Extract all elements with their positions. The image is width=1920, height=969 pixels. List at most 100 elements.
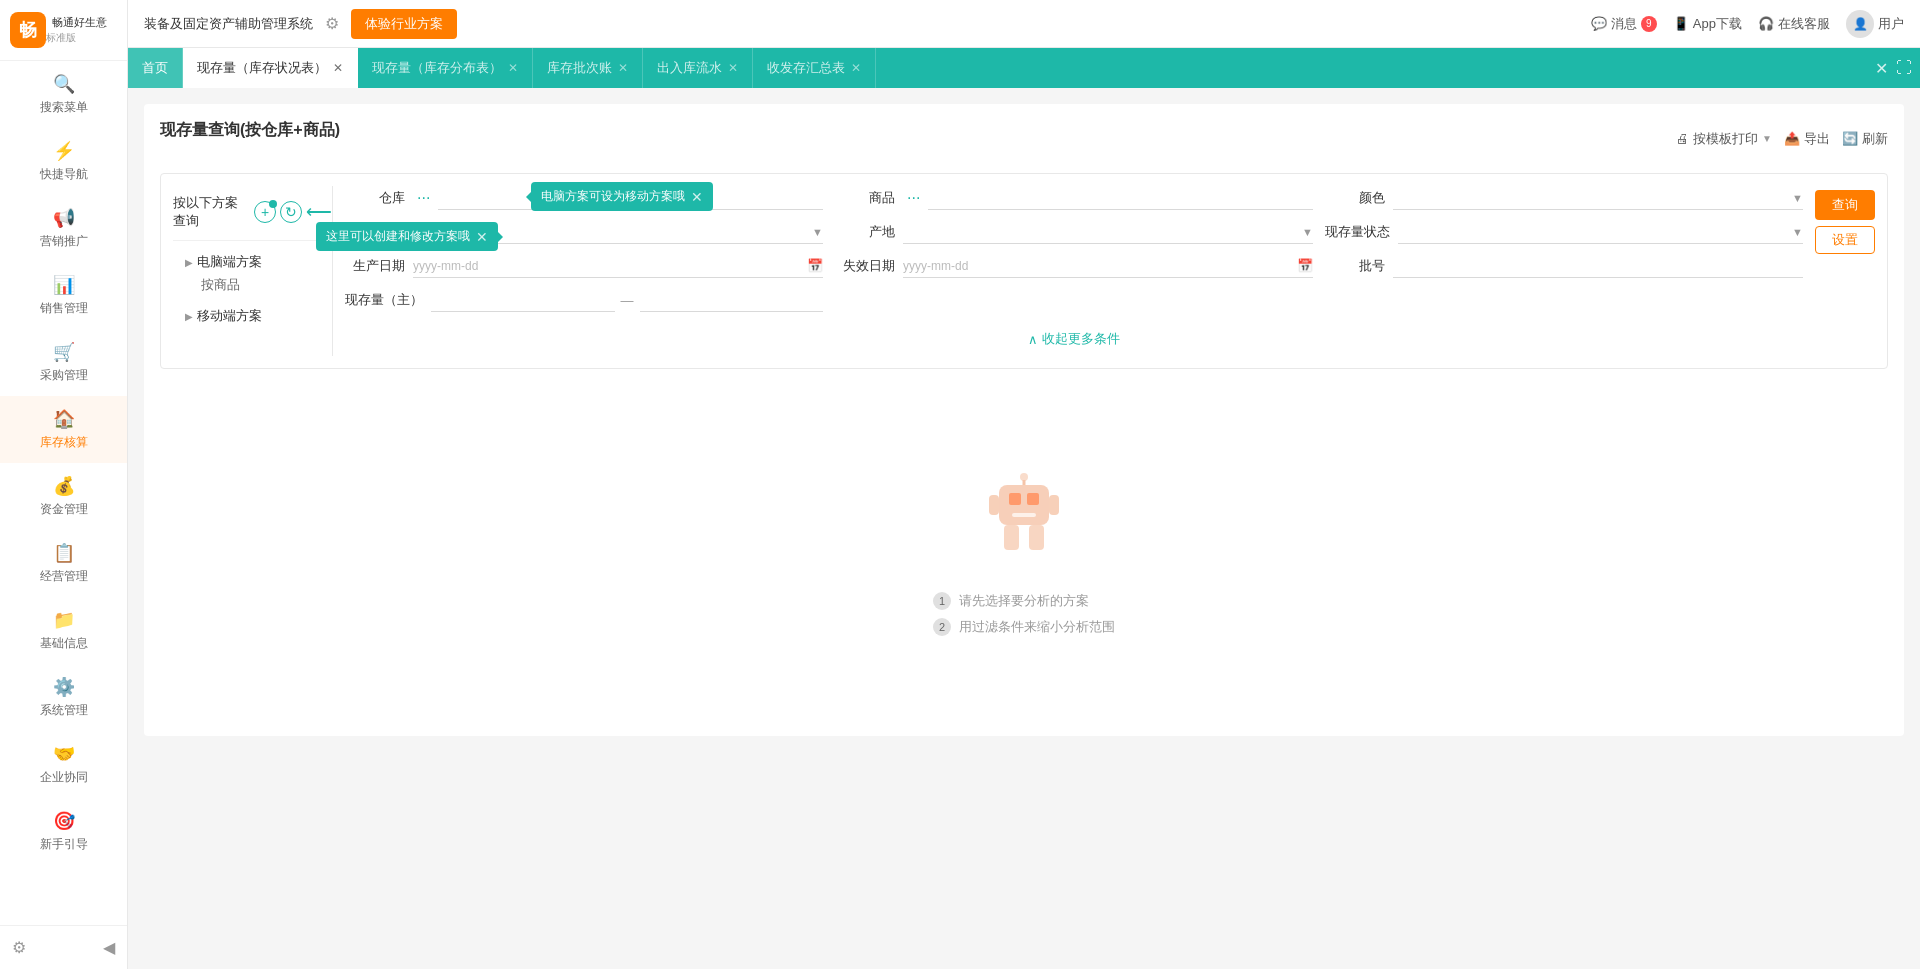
sidebar-nav: 🔍 搜索菜单 ⚡ 快捷导航 📢 营销推广 📊 销售管理 🛒 采购管理 🏠 库存核… <box>0 61 127 925</box>
refresh-scheme-btn[interactable]: ↻ <box>280 201 302 223</box>
sidebar-item-finance[interactable]: 💰 资金管理 <box>0 463 127 530</box>
template-print-label: 按模板打印 <box>1693 130 1758 148</box>
tab-summary[interactable]: 收发存汇总表 ✕ <box>753 48 876 88</box>
tab-flow-close[interactable]: ✕ <box>728 61 738 75</box>
origin-select[interactable]: ▼ <box>903 220 1313 244</box>
filter-top-bar: 按以下方案查询 + ↻ ⟵ <box>173 194 332 241</box>
sidebar-logo: 畅 畅通好生意 标准版 <box>0 0 127 61</box>
filter-right: 仓库 ··· 商品 ··· 颜色 <box>345 186 1803 356</box>
scheme-item-by-goods[interactable]: 按商品 <box>185 273 332 297</box>
color-select[interactable]: ▼ <box>1393 186 1803 210</box>
stock-main-from[interactable] <box>431 288 615 312</box>
scheme-group-pc-title[interactable]: ▶ 电脑端方案 <box>185 251 332 273</box>
header-app[interactable]: 📱 App下载 <box>1673 15 1742 33</box>
goods-value[interactable] <box>928 186 1313 210</box>
tab-stock-status-close[interactable]: ✕ <box>333 61 343 75</box>
settings-bottom-icon[interactable]: ⚙ <box>12 938 26 957</box>
prod-date-calendar-icon[interactable]: 📅 <box>807 258 823 273</box>
pc-group-label: 电脑端方案 <box>197 253 262 271</box>
collapse-up-icon: ∧ <box>1028 332 1038 347</box>
refresh-label: 刷新 <box>1862 130 1888 148</box>
sidebar-item-inventory[interactable]: 🏠 库存核算 <box>0 396 127 463</box>
sidebar-item-search[interactable]: 🔍 搜索菜单 <box>0 61 127 128</box>
logo-badge: 标准版 <box>46 31 107 45</box>
logo-title: 畅通好生意 <box>52 15 107 30</box>
stock-status-select[interactable]: ▼ <box>1398 220 1803 244</box>
tab-batch-close[interactable]: ✕ <box>618 61 628 75</box>
trial-btn[interactable]: 体验行业方案 <box>351 9 457 39</box>
stock-main-label: 现存量（主） <box>345 291 423 309</box>
tab-flow[interactable]: 出入库流水 ✕ <box>643 48 753 88</box>
setting-btn[interactable]: 设置 <box>1815 226 1875 254</box>
stock-status-dropdown-icon: ▼ <box>1792 226 1803 238</box>
filter-action-buttons: 查询 设置 <box>1815 186 1875 254</box>
page-actions: 🖨 按模板打印 ▼ 📤 导出 🔄 刷新 <box>1676 130 1888 148</box>
tab-summary-close[interactable]: ✕ <box>851 61 861 75</box>
tab-batch[interactable]: 库存批次账 ✕ <box>533 48 643 88</box>
support-icon: 🎧 <box>1758 16 1774 31</box>
sidebar-label-purchase: 采购管理 <box>40 367 88 384</box>
tab-stock-status[interactable]: 现存量（库存状况表） ✕ <box>183 48 358 88</box>
arrow-left-indicator[interactable]: ⟵ <box>306 201 332 223</box>
tooltip2-text: 这里可以创建和修改方案哦 <box>326 228 470 245</box>
tab-close-all-icon[interactable]: ✕ <box>1875 59 1888 78</box>
sidebar-item-sales[interactable]: 📊 销售管理 <box>0 262 127 329</box>
message-icon: 💬 <box>1591 16 1607 31</box>
header-settings-icon[interactable]: ⚙ <box>325 14 339 33</box>
tooltip2-close[interactable]: ✕ <box>476 229 488 245</box>
prod-date-label: 生产日期 <box>345 257 405 275</box>
tab-fullscreen-icon[interactable]: ⛶ <box>1896 59 1912 77</box>
collapse-btn[interactable]: ∧ 收起更多条件 <box>1028 330 1120 348</box>
sidebar-item-purchase[interactable]: 🛒 采购管理 <box>0 329 127 396</box>
sidebar-item-marketing[interactable]: 📢 营销推广 <box>0 195 127 262</box>
sidebar-item-system[interactable]: ⚙️ 系统管理 <box>0 664 127 731</box>
sidebar-item-operations[interactable]: 📋 经营管理 <box>0 530 127 597</box>
collapse-sidebar-icon[interactable]: ◀ <box>103 938 115 957</box>
app-icon: 📱 <box>1673 16 1689 31</box>
add-scheme-btn[interactable]: + <box>254 201 276 223</box>
logo-text-area: 畅通好生意 标准版 <box>46 15 107 44</box>
marketing-icon: 📢 <box>53 207 75 229</box>
search-icon: 🔍 <box>53 73 75 95</box>
filter-row-3: 生产日期 yyyy-mm-dd 📅 失效日期 yyyy-mm-dd 📅 <box>345 254 1803 278</box>
sidebar-item-guide[interactable]: 🎯 新手引导 <box>0 798 127 865</box>
batch-input[interactable] <box>1393 254 1803 278</box>
message-label: 消息 <box>1611 15 1637 33</box>
batch-label: 批号 <box>1325 257 1385 275</box>
sidebar-bottom: ⚙ ◀ <box>0 925 127 969</box>
sidebar-item-nav[interactable]: ⚡ 快捷导航 <box>0 128 127 195</box>
stock-main-divider: — <box>621 293 634 308</box>
export-icon: 📤 <box>1784 131 1800 146</box>
query-btn[interactable]: 查询 <box>1815 190 1875 220</box>
template-print-btn[interactable]: 🖨 按模板打印 ▼ <box>1676 130 1772 148</box>
sidebar-item-collab[interactable]: 🤝 企业协同 <box>0 731 127 798</box>
tab-stock-dist[interactable]: 现存量（库存分布表） ✕ <box>358 48 533 88</box>
tab-home[interactable]: 首页 <box>128 48 183 88</box>
header-user[interactable]: 👤 用户 <box>1846 10 1904 38</box>
tooltip-pc-to-mobile: 电脑方案可设为移动方案哦 ✕ <box>531 182 713 211</box>
collapse-row: ∧ 收起更多条件 <box>345 322 1803 356</box>
stock-main-to[interactable] <box>640 288 824 312</box>
warehouse-dots[interactable]: ··· <box>417 189 430 207</box>
header-support[interactable]: 🎧 在线客服 <box>1758 15 1830 33</box>
expiry-date-input[interactable]: yyyy-mm-dd 📅 <box>903 254 1313 278</box>
tooltip1-text: 电脑方案可设为移动方案哦 <box>541 188 685 205</box>
tip-num-2: 2 <box>933 618 951 636</box>
tip2-label: 用过滤条件来缩小分析范围 <box>959 614 1115 640</box>
prod-date-input[interactable]: yyyy-mm-dd 📅 <box>413 254 823 278</box>
tooltip1-close[interactable]: ✕ <box>691 189 703 205</box>
export-btn[interactable]: 📤 导出 <box>1784 130 1830 148</box>
scheme-group-mobile-title[interactable]: ▶ 移动端方案 <box>185 305 332 327</box>
refresh-btn[interactable]: 🔄 刷新 <box>1842 130 1888 148</box>
scheme-list: ▶ 电脑端方案 按商品 ▶ 移动端方案 <box>185 251 332 327</box>
prod-date-placeholder: yyyy-mm-dd <box>413 259 478 273</box>
expiry-date-calendar-icon[interactable]: 📅 <box>1297 258 1313 273</box>
page-title: 现存量查询(按仓库+商品) <box>160 120 340 141</box>
sidebar-item-basic[interactable]: 📁 基础信息 <box>0 597 127 664</box>
tab-flow-label: 出入库流水 <box>657 59 722 77</box>
export-label: 导出 <box>1804 130 1830 148</box>
sidebar-label-operations: 经营管理 <box>40 568 88 585</box>
tab-stock-dist-close[interactable]: ✕ <box>508 61 518 75</box>
header-message[interactable]: 💬 消息 9 <box>1591 15 1657 33</box>
goods-dots[interactable]: ··· <box>907 189 920 207</box>
